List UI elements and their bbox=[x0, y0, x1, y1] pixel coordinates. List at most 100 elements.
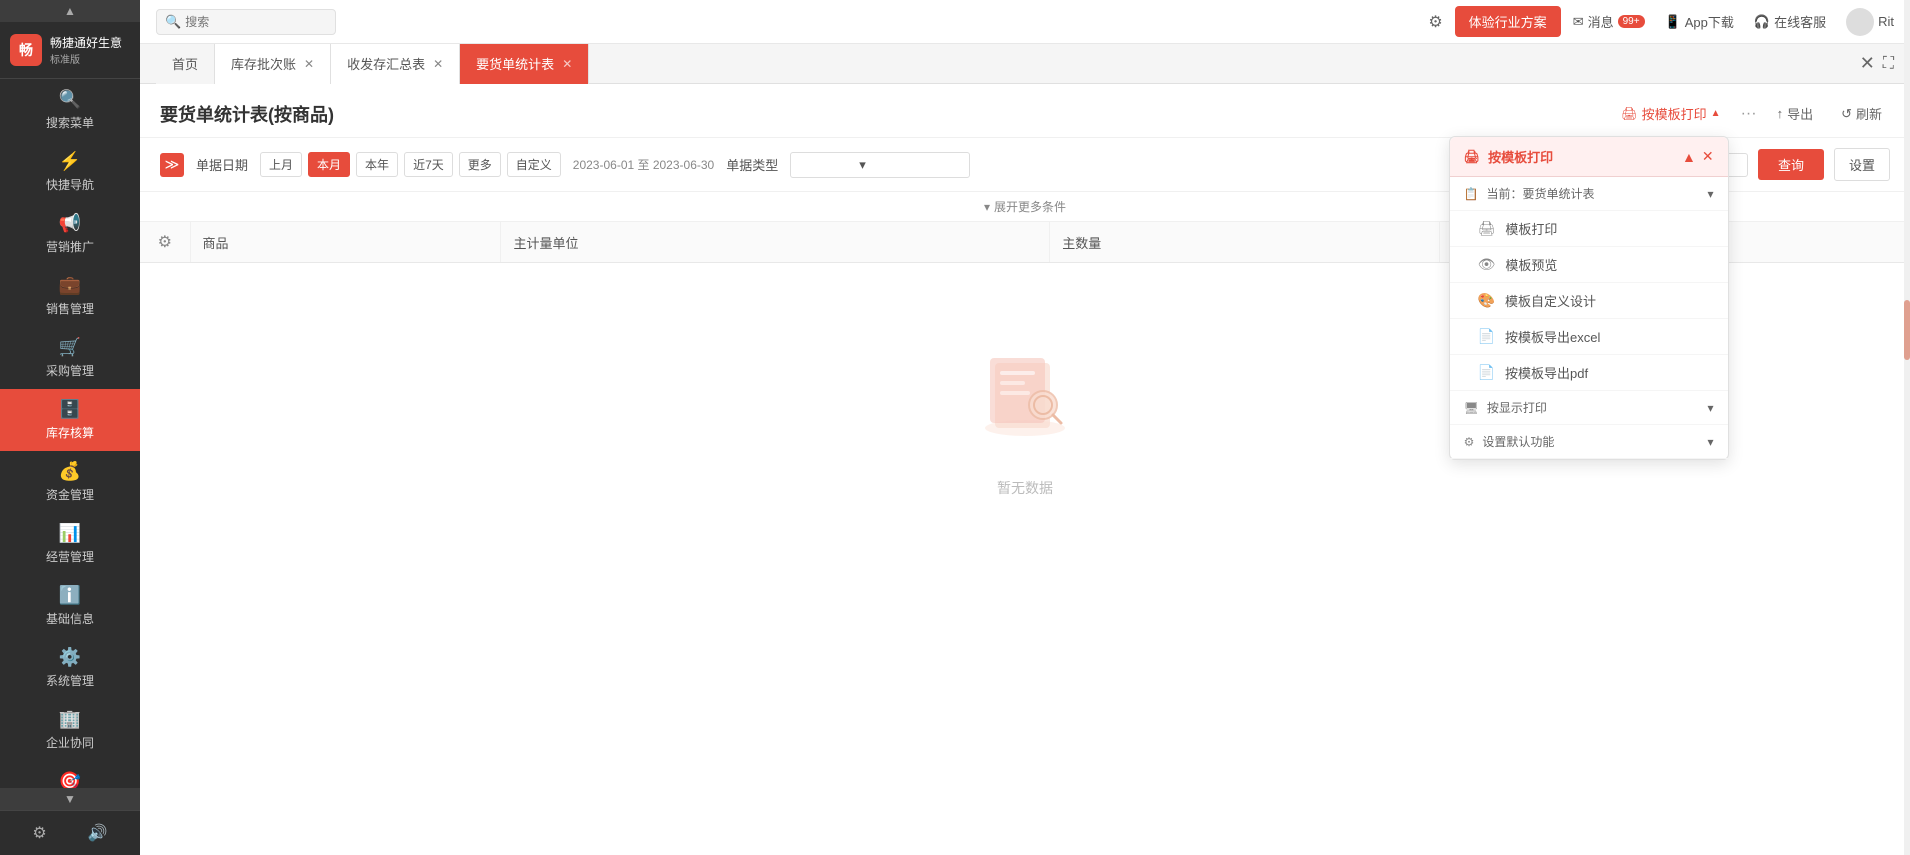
tab-batch-account[interactable]: 库存批次账 ✕ bbox=[215, 44, 331, 84]
chevron-down-icon3: ▾ bbox=[1708, 435, 1714, 449]
scrollbar-track bbox=[1904, 0, 1910, 855]
date-this-month-btn[interactable]: 本月 bbox=[308, 152, 350, 177]
search-input[interactable] bbox=[185, 15, 315, 29]
user-avatar bbox=[1846, 8, 1874, 36]
tabbar-close-btn[interactable]: ✕ bbox=[1860, 53, 1875, 74]
dropdown-title: 按模板打印 bbox=[1488, 147, 1553, 166]
date-more-btn[interactable]: 更多 bbox=[459, 152, 501, 177]
app-download-btn[interactable]: 📱 App下载 bbox=[1665, 12, 1734, 31]
template-preview-item: 👁 模板预览 bbox=[1450, 247, 1728, 283]
tab-order-stats-label: 要货单统计表 bbox=[476, 54, 554, 73]
template-excel-item: 📄 按模板导出excel bbox=[1450, 319, 1728, 355]
page-actions: 🖨 按模板打印 ▲ 🖨 按模板打印 ▲ bbox=[1613, 100, 1890, 127]
date-this-year-btn[interactable]: 本年 bbox=[356, 152, 398, 177]
excel-icon: 📄 bbox=[1478, 328, 1495, 345]
topbar-search-box[interactable]: 🔍 bbox=[156, 9, 336, 35]
search-icon: 🔍 bbox=[165, 14, 181, 30]
chevron-down-icon2: ▾ bbox=[1708, 401, 1714, 415]
date-filter-label: 单据日期 bbox=[196, 155, 248, 174]
template-pdf-btn[interactable]: 📄 按模板导出pdf bbox=[1450, 355, 1728, 390]
sidebar-item-finance[interactable]: 💰 资金管理 bbox=[0, 451, 140, 513]
sidebar-item-label: 基础信息 bbox=[46, 610, 94, 627]
template-icon: 📋 bbox=[1464, 187, 1479, 201]
sidebar-item-label: 资金管理 bbox=[46, 486, 94, 503]
main-area: 🔍 ⚙ 体验行业方案 ✉ 消息 99+ 📱 App下载 🎧 在线客服 Rit bbox=[140, 0, 1910, 855]
template-custom-label: 模板自定义设计 bbox=[1505, 291, 1596, 310]
tabbar-expand-btn[interactable]: ⛶ bbox=[1883, 55, 1894, 73]
settings-bottom-btn[interactable]: ⚙ bbox=[32, 823, 46, 843]
template-preview-btn[interactable]: 👁 模板预览 bbox=[1450, 247, 1728, 282]
trial-btn[interactable]: 体验行业方案 bbox=[1455, 6, 1561, 37]
download-icon: 📱 bbox=[1665, 14, 1681, 30]
tab-collection-summary-label: 收发存汇总表 bbox=[347, 54, 425, 73]
tab-collection-summary[interactable]: 收发存汇总表 ✕ bbox=[331, 44, 460, 84]
sidebar-item-basic[interactable]: ℹ️ 基础信息 bbox=[0, 575, 140, 637]
col-settings[interactable]: ⚙ bbox=[140, 222, 190, 263]
design-icon: 🎨 bbox=[1478, 292, 1495, 309]
tab-collection-summary-close[interactable]: ✕ bbox=[433, 57, 443, 71]
default-func-header[interactable]: ⚙ 设置默认功能 ▾ bbox=[1450, 425, 1728, 458]
sidebar-item-purchase[interactable]: 🛒 采购管理 bbox=[0, 327, 140, 389]
sidebar-item-inventory[interactable]: 🗄️ 库存核算 bbox=[0, 389, 140, 451]
logo-icon: 畅 bbox=[10, 34, 42, 66]
sidebar-item-system[interactable]: ⚙️ 系统管理 bbox=[0, 637, 140, 699]
current-template-label: 当前：要货单统计表 bbox=[1487, 185, 1595, 202]
message-badge: 99+ bbox=[1618, 15, 1645, 28]
scrollbar-thumb[interactable] bbox=[1904, 300, 1910, 360]
dropdown-header: 🖨 按模板打印 ▲ ✕ bbox=[1450, 137, 1728, 177]
sidebar-item-operations[interactable]: 📊 经营管理 bbox=[0, 513, 140, 575]
tab-home-label: 首页 bbox=[172, 54, 198, 73]
export-btn[interactable]: ↑ 导出 bbox=[1769, 100, 1822, 127]
sidebar-item-newbie[interactable]: 🎯 新手引导 bbox=[0, 761, 140, 788]
template-pdf-item: 📄 按模板导出pdf bbox=[1450, 355, 1728, 391]
sidebar-scroll-up[interactable]: ▲ bbox=[0, 0, 140, 22]
display-print-header[interactable]: 🖥 按显示打印 ▾ bbox=[1450, 391, 1728, 424]
sidebar-item-sales[interactable]: 💼 销售管理 bbox=[0, 265, 140, 327]
display-print-section: 🖥 按显示打印 ▾ bbox=[1450, 391, 1728, 425]
default-func-section: ⚙ 设置默认功能 ▾ bbox=[1450, 425, 1728, 459]
sidebar-item-label: 营销推广 bbox=[46, 238, 94, 255]
chevron-down-order-icon: ▾ bbox=[859, 157, 866, 173]
tab-order-stats[interactable]: 要货单统计表 ✕ bbox=[460, 44, 589, 84]
table-settings-icon[interactable]: ⚙ bbox=[158, 234, 172, 251]
refresh-btn[interactable]: ↺ 刷新 bbox=[1833, 100, 1890, 127]
expand-more-btn[interactable]: ▾ 展开更多条件 bbox=[984, 198, 1066, 215]
tab-batch-account-close[interactable]: ✕ bbox=[304, 57, 314, 71]
sidebar-item-label: 快捷导航 bbox=[46, 176, 94, 193]
query-btn[interactable]: 查询 bbox=[1758, 149, 1824, 180]
sidebar-item-label: 经营管理 bbox=[46, 548, 94, 565]
dropdown-close-btn[interactable]: ✕ bbox=[1702, 148, 1714, 165]
sidebar-item-shortcut[interactable]: ⚡ 快捷导航 bbox=[0, 141, 140, 203]
tab-home[interactable]: 首页 bbox=[156, 44, 215, 84]
audio-btn[interactable]: 🔊 bbox=[88, 823, 108, 843]
enterprise-icon: 🏢 bbox=[59, 709, 81, 730]
template-print-btn[interactable]: 🖨 模板打印 bbox=[1450, 211, 1728, 246]
sidebar-item-marketing[interactable]: 📢 营销推广 bbox=[0, 203, 140, 265]
online-service-btn[interactable]: 🎧 在线客服 bbox=[1754, 12, 1826, 31]
user-area[interactable]: Rit bbox=[1846, 8, 1894, 36]
tab-order-stats-close[interactable]: ✕ bbox=[562, 57, 572, 71]
date-prev-month-btn[interactable]: 上月 bbox=[260, 152, 302, 177]
current-template-header[interactable]: 📋 当前：要货单统计表 ▾ bbox=[1450, 177, 1728, 210]
display-print-label: 按显示打印 bbox=[1487, 399, 1547, 416]
sidebar-item-label: 销售管理 bbox=[46, 300, 94, 317]
more-btn[interactable]: ··· bbox=[1741, 105, 1757, 123]
order-type-dropdown[interactable]: ▾ bbox=[790, 152, 970, 178]
topbar-settings-icon[interactable]: ⚙ bbox=[1428, 12, 1442, 32]
sidebar-item-search[interactable]: 🔍 搜索菜单 bbox=[0, 79, 140, 141]
print-btn[interactable]: 🖨 按模板打印 ▲ bbox=[1613, 100, 1728, 127]
sidebar-item-enterprise[interactable]: 🏢 企业协同 bbox=[0, 699, 140, 761]
template-custom-btn[interactable]: 🎨 模板自定义设计 bbox=[1450, 283, 1728, 318]
default-func-label: 设置默认功能 bbox=[1482, 433, 1554, 450]
date-7days-btn[interactable]: 近7天 bbox=[404, 152, 453, 177]
messages-btn[interactable]: ✉ 消息 99+ bbox=[1573, 12, 1645, 31]
filter-settings-btn[interactable]: 设置 bbox=[1834, 148, 1890, 181]
dropdown-collapse-btn[interactable]: ▲ bbox=[1682, 149, 1696, 165]
expand-filter-btn[interactable]: ≫ bbox=[160, 153, 184, 177]
date-custom-btn[interactable]: 自定义 bbox=[507, 152, 561, 177]
marketing-icon: 📢 bbox=[59, 213, 81, 234]
basic-icon: ℹ️ bbox=[59, 585, 81, 606]
template-excel-btn[interactable]: 📄 按模板导出excel bbox=[1450, 319, 1728, 354]
empty-text: 暂无数据 bbox=[997, 478, 1053, 498]
sidebar-scroll-down[interactable]: ▼ bbox=[0, 788, 140, 810]
